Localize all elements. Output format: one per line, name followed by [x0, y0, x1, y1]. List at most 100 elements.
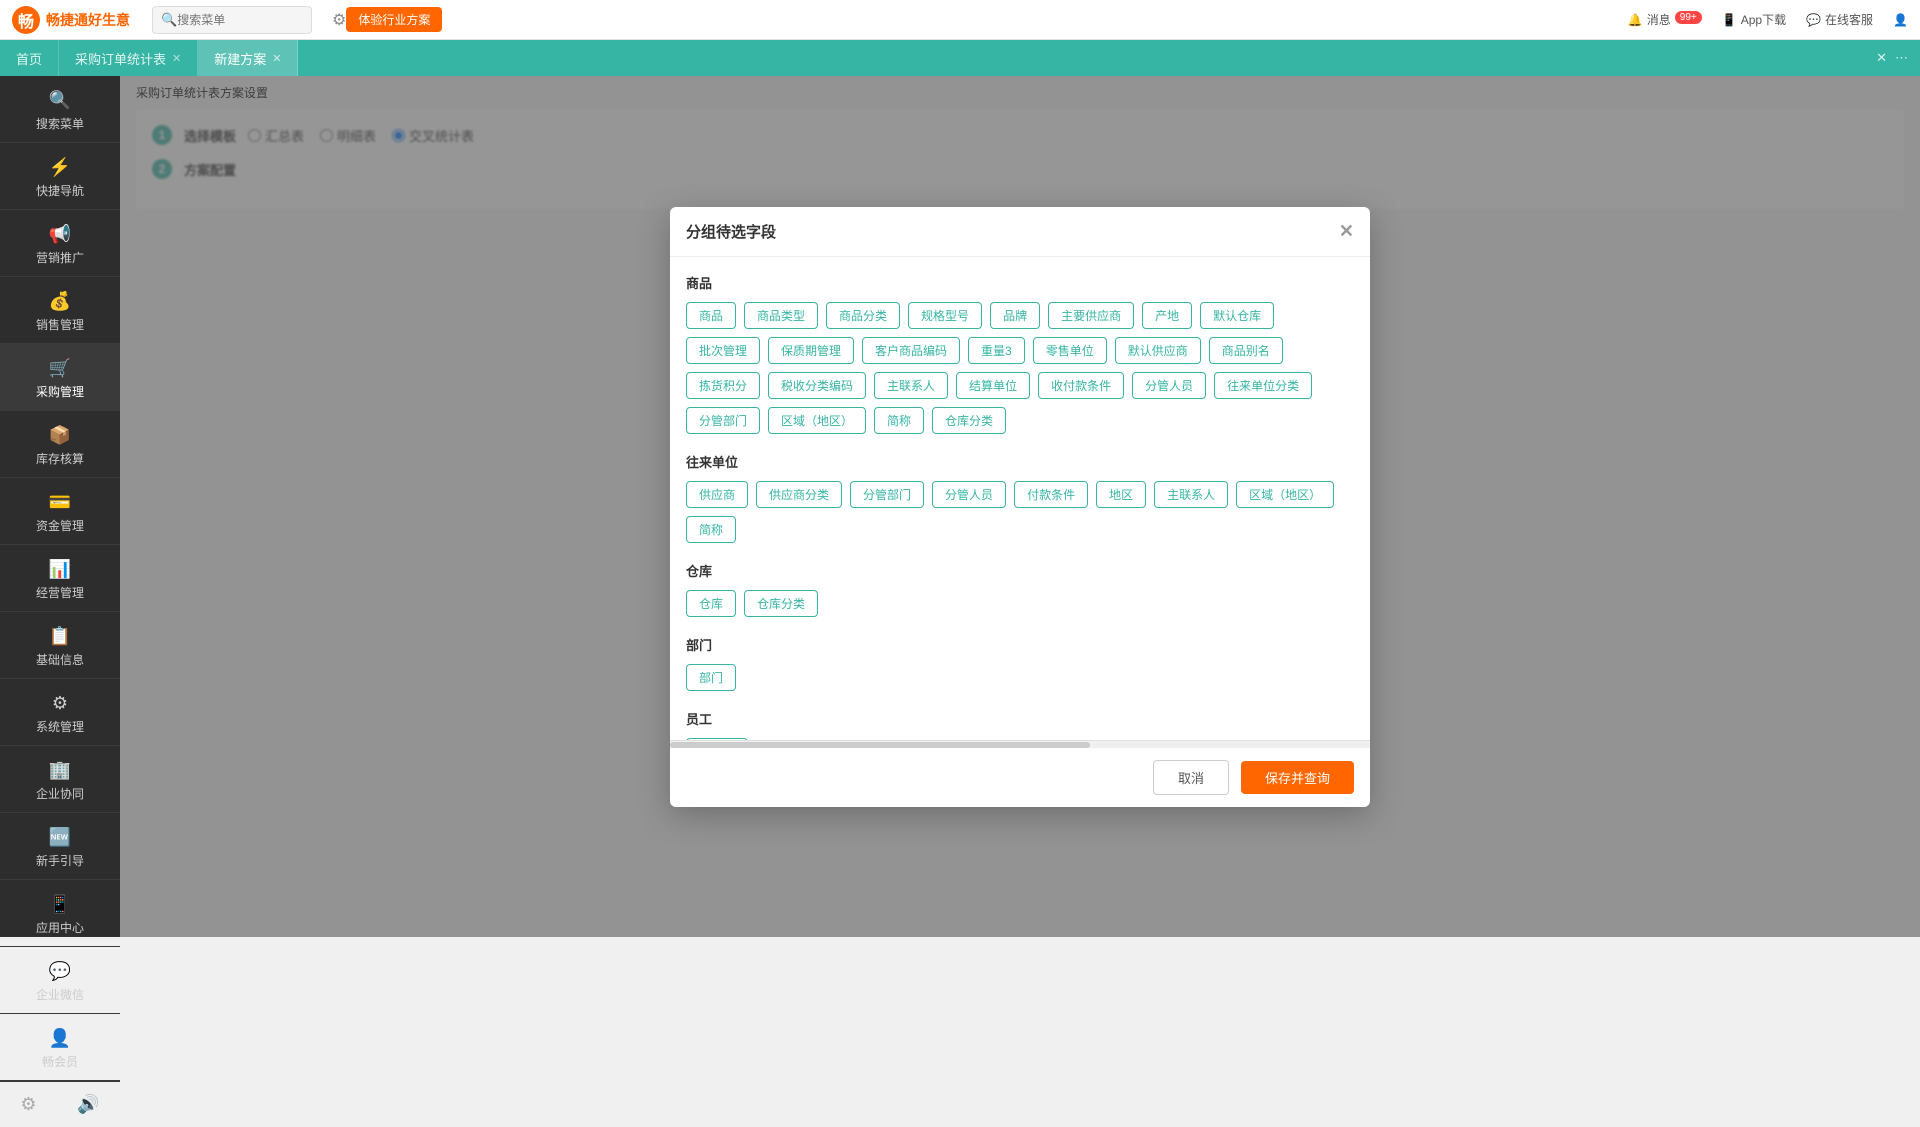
marketing-icon: 📢: [49, 224, 71, 245]
trial-button[interactable]: 体验行业方案: [346, 7, 442, 32]
cancel-button[interactable]: 取消: [1153, 760, 1229, 795]
tab-purchase-stats-label: 采购订单统计表: [75, 49, 166, 68]
chip-pay-terms[interactable]: 付款条件: [1014, 481, 1088, 508]
logo-text: 畅捷通好生意: [46, 10, 130, 30]
sidebar-item-inventory[interactable]: 📦 库存核算: [0, 411, 120, 478]
sidebar-audio-btn[interactable]: 🔊: [77, 1094, 99, 1115]
dialog-scrollbar-horizontal[interactable]: [670, 740, 1370, 746]
avatar-icon: 👤: [1893, 13, 1908, 27]
chip-brand[interactable]: 品牌: [990, 302, 1040, 329]
goods-chips: 商品 商品类型 商品分类 规格型号 品牌 主要供应商 产地 默认仓库 批次管理 …: [686, 302, 1354, 434]
sidebar-label-guide: 新手引导: [36, 852, 84, 869]
chip-partner-category[interactable]: 往来单位分类: [1214, 372, 1312, 399]
logo: 畅 畅捷通好生意: [12, 6, 132, 34]
section-dept-title: 部门: [686, 635, 1354, 654]
search-input[interactable]: [177, 13, 303, 27]
nav-expand-icon[interactable]: ⋯: [1895, 50, 1908, 66]
chip-pick-score[interactable]: 拣货积分: [686, 372, 760, 399]
online-service-item[interactable]: 💬 在线客服: [1806, 11, 1873, 28]
chip-dept-manage[interactable]: 分管部门: [686, 407, 760, 434]
guide-icon: 🆕: [49, 827, 71, 848]
chip-person[interactable]: 分管人员: [932, 481, 1006, 508]
nav-tab-end: ✕ ⋯: [1864, 40, 1920, 76]
chip-abbrev[interactable]: 简称: [874, 407, 924, 434]
chip-tax-code[interactable]: 税收分类编码: [768, 372, 866, 399]
chip-main-supplier[interactable]: 主要供应商: [1048, 302, 1134, 329]
sidebar-settings-btn[interactable]: ⚙: [20, 1094, 36, 1115]
main-layout: 🔍 搜索菜单 ⚡ 快捷导航 📢 营销推广 💰 销售管理 🛒 采购管理 📦 库存核…: [0, 76, 1920, 937]
section-department: 部门 部门: [686, 635, 1354, 691]
tab-home[interactable]: 首页: [0, 40, 59, 76]
sidebar-item-finance[interactable]: 💳 资金管理: [0, 478, 120, 545]
dialog-body[interactable]: 商品 商品 商品类型 商品分类 规格型号 品牌 主要供应商 产地 默认仓库 批次…: [670, 257, 1370, 741]
chip-supplier[interactable]: 供应商: [686, 481, 748, 508]
chip-warehouse-category[interactable]: 仓库分类: [932, 407, 1006, 434]
chip-batch-mgmt[interactable]: 批次管理: [686, 337, 760, 364]
chip-spec-model[interactable]: 规格型号: [908, 302, 982, 329]
notification-label: 消息: [1647, 11, 1671, 28]
chip-dept[interactable]: 分管部门: [850, 481, 924, 508]
search-icon: 🔍: [161, 12, 177, 28]
chip-weight3[interactable]: 重量3: [968, 337, 1025, 364]
chip-default-supplier[interactable]: 默认供应商: [1115, 337, 1201, 364]
chip-warehouse[interactable]: 仓库: [686, 590, 736, 617]
chip-goods[interactable]: 商品: [686, 302, 736, 329]
chip-customer-goods-code[interactable]: 客户商品编码: [862, 337, 960, 364]
search-input-wrap[interactable]: 🔍: [152, 6, 312, 34]
chip-expiry-mgmt[interactable]: 保质期管理: [768, 337, 854, 364]
chip-supervisor[interactable]: 分管人员: [1132, 372, 1206, 399]
chip-main-contact[interactable]: 主联系人: [874, 372, 948, 399]
chip-supplier-category[interactable]: 供应商分类: [756, 481, 842, 508]
chip-warehouse-cat[interactable]: 仓库分类: [744, 590, 818, 617]
sidebar-item-enterprise[interactable]: 🏢 企业协同: [0, 746, 120, 813]
sidebar-label-app-center: 应用中心: [36, 919, 84, 936]
chip-area[interactable]: 地区: [1096, 481, 1146, 508]
sidebar-item-marketing[interactable]: 📢 营销推广: [0, 210, 120, 277]
chip-origin[interactable]: 产地: [1142, 302, 1192, 329]
member-icon: 👤: [49, 1028, 71, 1049]
chip-goods-category[interactable]: 商品分类: [826, 302, 900, 329]
partner-chips: 供应商 供应商分类 分管部门 分管人员 付款条件 地区 主联系人 区域（地区） …: [686, 481, 1354, 543]
sidebar-item-member[interactable]: 👤 畅会员: [0, 1014, 120, 1081]
quick-nav-icon: ⚡: [49, 157, 71, 178]
sidebar-item-wechat[interactable]: 💬 企业微信: [0, 947, 120, 1014]
chip-goods-type[interactable]: 商品类型: [744, 302, 818, 329]
gear-button[interactable]: ⚙: [332, 10, 346, 30]
chip-payment-terms[interactable]: 收付款条件: [1038, 372, 1124, 399]
chip-region2[interactable]: 区域（地区）: [1236, 481, 1334, 508]
sidebar-label-sys-mgmt: 系统管理: [36, 718, 84, 735]
chip-region-area[interactable]: 区域（地区）: [768, 407, 866, 434]
dialog-close-button[interactable]: ✕: [1339, 222, 1354, 240]
avatar[interactable]: 👤: [1893, 13, 1908, 27]
warehouse-chips: 仓库 仓库分类: [686, 590, 1354, 617]
chip-settlement-unit[interactable]: 结算单位: [956, 372, 1030, 399]
sidebar-item-sales[interactable]: 💰 销售管理: [0, 277, 120, 344]
nav-close-icon[interactable]: ✕: [1876, 50, 1887, 66]
tab-purchase-stats-close[interactable]: ✕: [172, 52, 181, 65]
chip-default-warehouse[interactable]: 默认仓库: [1200, 302, 1274, 329]
chip-goods-alias[interactable]: 商品别名: [1209, 337, 1283, 364]
sidebar-item-quick-nav[interactable]: ⚡ 快捷导航: [0, 143, 120, 210]
chip-abbrev2[interactable]: 简称: [686, 516, 736, 543]
sidebar-label-finance: 资金管理: [36, 517, 84, 534]
chip-retail-unit[interactable]: 零售单位: [1033, 337, 1107, 364]
tab-new-plan-close[interactable]: ✕: [272, 52, 281, 65]
tab-purchase-stats[interactable]: 采购订单统计表 ✕: [59, 40, 198, 76]
dialog-footer: 取消 保存并查询: [670, 747, 1370, 807]
dept-chips: 部门: [686, 664, 1354, 691]
top-bar: 畅 畅捷通好生意 🔍 ⚙ 体验行业方案 🔔 消息 99+ 📱 App下载 💬 在…: [0, 0, 1920, 40]
chip-main-contact2[interactable]: 主联系人: [1154, 481, 1228, 508]
sidebar-item-sys-mgmt[interactable]: ⚙ 系统管理: [0, 679, 120, 746]
app-download-item[interactable]: 📱 App下载: [1722, 11, 1786, 28]
sidebar-item-operation[interactable]: 📊 经营管理: [0, 545, 120, 612]
notification-item[interactable]: 🔔 消息 99+: [1628, 11, 1702, 28]
sidebar-item-base-info[interactable]: 📋 基础信息: [0, 612, 120, 679]
sidebar-item-guide[interactable]: 🆕 新手引导: [0, 813, 120, 880]
sidebar-item-search[interactable]: 🔍 搜索菜单: [0, 76, 120, 143]
tab-new-plan[interactable]: 新建方案 ✕: [198, 40, 298, 76]
sidebar-item-purchase[interactable]: 🛒 采购管理: [0, 344, 120, 411]
section-partner-title: 往来单位: [686, 452, 1354, 471]
chip-department[interactable]: 部门: [686, 664, 736, 691]
confirm-button[interactable]: 保存并查询: [1241, 761, 1354, 794]
main-content: 采购订单统计表方案设置 1 选择模板 汇总表 明细表 交叉统计表 2 方案配置 …: [120, 76, 1920, 937]
